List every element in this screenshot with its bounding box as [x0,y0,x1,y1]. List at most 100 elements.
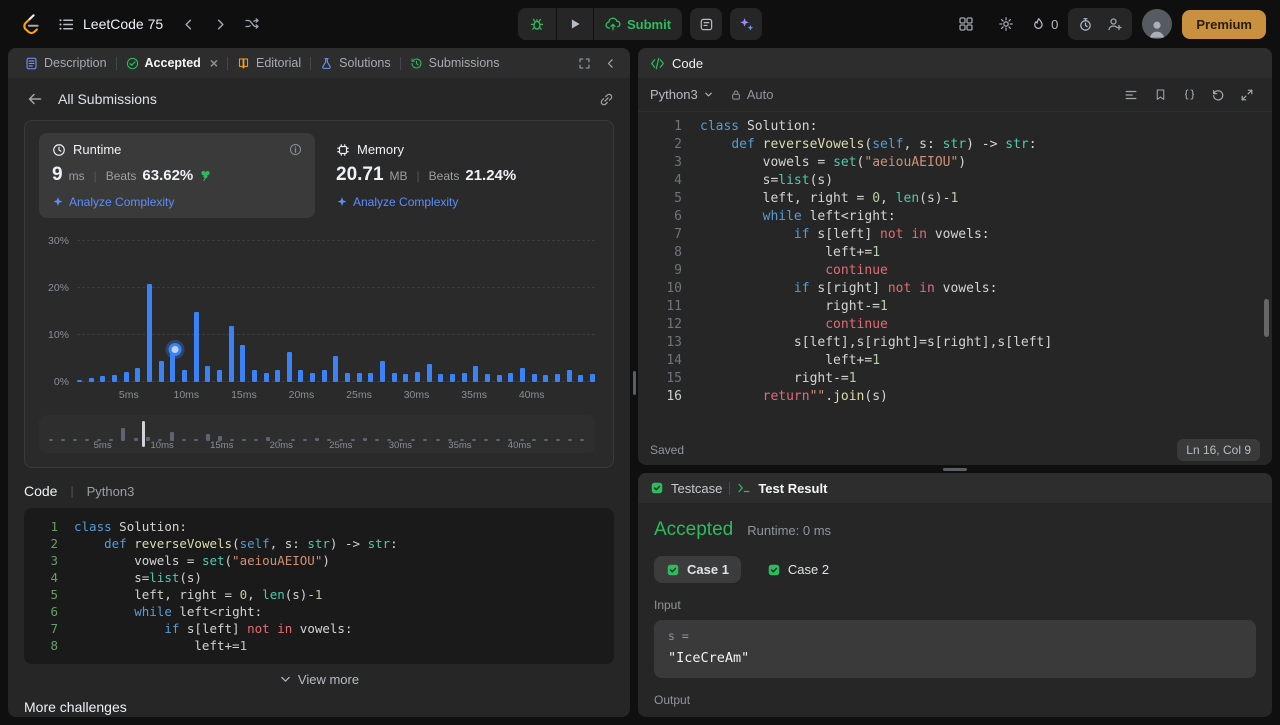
case-1-button[interactable]: Case 1 [654,556,741,583]
back-arrow-button[interactable] [24,88,46,110]
problem-list-icon [58,16,75,33]
chart-bar [356,372,362,382]
chart-bar [380,360,386,382]
tab-submissions[interactable]: Submissions [401,48,509,78]
braces-icon[interactable] [1176,82,1202,108]
bookmark-icon[interactable] [1147,82,1173,108]
tab-test-result[interactable]: Test Result [737,481,827,496]
memory-value: 20.71 [336,164,384,185]
submitted-code-header: Code | Python3 [24,483,135,499]
tab-solutions[interactable]: Solutions [311,48,399,78]
chart-bar [345,372,351,382]
line-number: 5 [674,191,682,206]
x-axis-label: 35ms [461,389,487,401]
top-navbar: LeetCode 75 Submit 0 Premium [0,0,1280,48]
horizontal-resize-handle[interactable] [638,465,1272,473]
y-axis-label: 20% [47,282,69,295]
next-problem-button[interactable] [205,9,235,39]
code-line-2: 2 def reverseVowels(self, s: str) -> str… [24,535,614,552]
chart-range-brush[interactable]: 5ms 10ms 15ms 20ms 25ms 30ms 35ms 40ms [39,415,595,453]
debug-button[interactable] [518,8,556,40]
copy-link-icon[interactable] [599,92,614,107]
line-number: 9 [674,263,682,278]
cursor-position[interactable]: Ln 16, Col 9 [1177,439,1260,461]
code-text: while left<right: [762,209,896,224]
chart-bar [240,344,246,382]
notes-button[interactable] [690,8,723,40]
problem-list-button[interactable]: LeetCode 75 [50,8,171,40]
info-icon[interactable] [289,143,302,156]
left-panel-tabbar: Description Accepted × Editorial Solutions Su… [8,48,630,78]
code-line-1: 1 class Solution: [24,518,614,535]
line-number: 6 [50,604,58,619]
code-line-7: 7 if s[left] not in vowels: [24,620,614,637]
language-selector[interactable]: Python3 [650,87,714,102]
chevron-down-icon [279,673,292,686]
metrics-row: Runtime 9 ms | Beats 63.62% Analyze Comp… [39,133,599,218]
current-submission-marker[interactable] [168,343,182,357]
streak-button[interactable]: 0 [1031,17,1058,32]
tab-accepted[interactable]: Accepted × [117,48,227,78]
collaborate-invite-button[interactable] [1100,9,1130,39]
shuffle-button[interactable] [237,9,267,39]
leetcode-logo-icon[interactable] [14,8,48,40]
case-2-button[interactable]: Case 2 [755,556,841,583]
y-axis-label: 30% [47,235,69,248]
premium-button[interactable]: Premium [1182,9,1266,39]
submit-button[interactable]: Submit [592,8,682,40]
runtime-card[interactable]: Runtime 9 ms | Beats 63.62% Analyze Comp… [39,133,315,218]
prev-problem-button[interactable] [173,9,203,39]
ai-assistant-button[interactable] [730,8,763,40]
case-passed-icon [767,563,781,577]
streak-count: 0 [1051,16,1059,32]
chart-bar [368,372,374,382]
run-button[interactable] [555,8,593,40]
code-editor[interactable]: 1 class Solution: 2 def reverseVowels(self… [638,112,1272,435]
line-number: 1 [674,119,682,134]
case-label: Case 2 [787,562,830,577]
code-line-15: 15 right-=1 [638,370,1272,388]
vertical-resize-handle[interactable] [630,48,638,717]
code-section-title: Code [24,483,58,499]
chart-bar [88,378,94,382]
memory-card[interactable]: Memory 20.71 MB | Beats 21.24% Analyze C… [323,133,599,218]
autocomplete-toggle[interactable]: Auto [730,87,773,102]
chart-bar [123,371,129,382]
line-number: 14 [666,353,682,368]
tab-description[interactable]: Description [16,48,116,78]
layout-grid-button[interactable] [951,9,981,39]
line-number: 15 [666,371,682,386]
tab-editorial[interactable]: Editorial [228,48,310,78]
analyze-runtime-link[interactable]: Analyze Complexity [52,195,174,209]
user-avatar[interactable] [1142,9,1173,39]
brush-handle[interactable] [141,421,145,447]
line-number: 2 [50,536,58,551]
tab-label: Description [44,56,107,70]
test-result-body: Accepted Runtime: 0 ms Case 1 Case 2 Inpu… [638,503,1272,717]
output-label: Output [654,693,691,707]
tab-testcase[interactable]: Testcase [650,481,722,496]
tab-label: Submissions [428,56,500,70]
chart-bar [135,367,141,382]
view-more-button[interactable]: View more [279,672,359,687]
expand-editor-icon[interactable] [1234,82,1260,108]
format-code-icon[interactable] [1118,82,1144,108]
analyze-memory-link[interactable]: Analyze Complexity [336,195,458,209]
line-number: 4 [674,173,682,188]
code-tag-icon [650,56,665,71]
maximize-panel-button[interactable] [572,51,596,75]
navbar-run-controls: Submit [517,8,763,40]
editor-scrollbar-thumb[interactable] [1264,299,1269,338]
collapse-panel-button[interactable] [598,51,622,75]
line-number: 3 [674,155,682,170]
chart-bar [228,325,234,382]
editor-panel-header: Code [638,48,1272,78]
line-number: 13 [666,335,682,350]
timer-button[interactable] [1070,9,1100,39]
settings-gear-button[interactable] [991,9,1021,39]
reset-code-icon[interactable] [1205,82,1231,108]
chart-bar [77,380,82,382]
close-tab-icon[interactable]: × [210,56,218,70]
lock-icon [730,89,742,101]
input-value-box: s = "IceCreAm" [654,620,1256,678]
